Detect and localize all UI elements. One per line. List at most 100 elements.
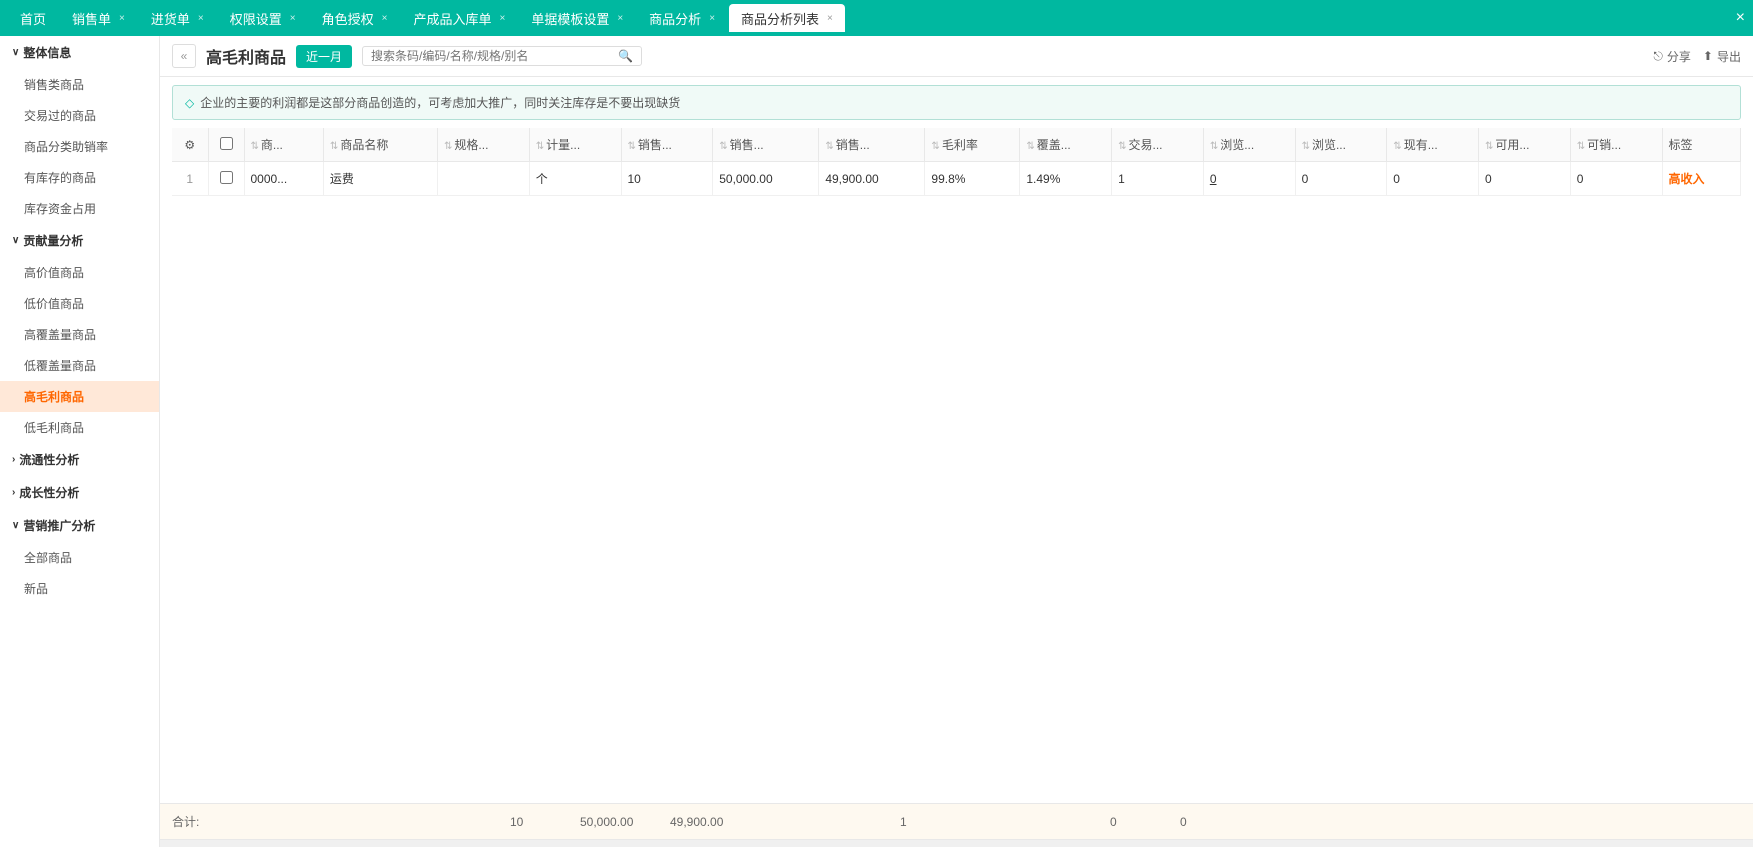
tab-close-icon[interactable]: × <box>617 13 623 24</box>
tab-close-icon[interactable]: × <box>382 13 388 24</box>
table-column-header[interactable]: ⇅规格... <box>438 128 530 162</box>
nav-tab[interactable]: 商品分析列表× <box>729 4 845 32</box>
footer-summary: 合计: 10 50,000.00 49,900.00 1 0 0 <box>160 803 1753 839</box>
sidebar-group-arrow-icon: › <box>12 454 15 465</box>
sidebar-item[interactable]: 销售类商品 <box>0 69 159 100</box>
table-column-header[interactable]: ⇅销售... <box>621 128 713 162</box>
table-column-header[interactable]: ⇅计量... <box>529 128 621 162</box>
sort-icon: ⇅ <box>536 141 544 152</box>
table-column-header[interactable]: ⇅毛利率 <box>925 128 1020 162</box>
sidebar-item[interactable]: 全部商品 <box>0 542 159 573</box>
row-browse-count2: 0 <box>1295 162 1387 196</box>
table-column-header[interactable]: ⇅商品名称 <box>323 128 437 162</box>
row-stock-avail: 0 <box>1479 162 1571 196</box>
sidebar-group-label: 整体信息 <box>23 44 71 61</box>
sidebar-item[interactable]: 高毛利商品 <box>0 381 159 412</box>
sidebar-item[interactable]: 有库存的商品 <box>0 162 159 193</box>
row-browse-count1[interactable]: 0 <box>1203 162 1295 196</box>
info-banner: ◇ 企业的主要的利润都是这部分商品创造的，可考虑加大推广，同时关注库存是不要出现… <box>172 85 1741 120</box>
table-column-header[interactable]: ⇅商... <box>244 128 323 162</box>
sidebar-group-header[interactable]: › 流通性分析 <box>0 443 159 476</box>
sidebar-group-arrow-icon: ∨ <box>12 235 19 246</box>
footer-trade-count: 1 <box>894 815 964 829</box>
sort-icon: ⇅ <box>931 141 939 152</box>
sidebar-item[interactable]: 商品分类助销率 <box>0 131 159 162</box>
table-column-header[interactable]: ⇅覆盖... <box>1020 128 1112 162</box>
table-column-header[interactable]: ⇅销售... <box>819 128 925 162</box>
sidebar-group-header[interactable]: ∨ 贡献量分析 <box>0 224 159 257</box>
sort-icon: ⇅ <box>628 141 636 152</box>
sidebar-item[interactable]: 低覆盖量商品 <box>0 350 159 381</box>
sidebar-group-header[interactable]: ∨营销推广分析 <box>0 509 159 542</box>
sort-icon: ⇅ <box>1118 141 1126 152</box>
nav-tab[interactable]: 首页 <box>8 4 58 32</box>
tab-close-icon[interactable]: × <box>290 13 296 24</box>
nav-tab[interactable]: 产成品入库单× <box>401 4 517 32</box>
table-column-header[interactable]: ⇅可用... <box>1479 128 1571 162</box>
footer-stock-current: 0 <box>1104 815 1174 829</box>
bottom-scrollbar[interactable] <box>160 839 1753 847</box>
nav-tab[interactable]: 销售单× <box>60 4 137 32</box>
sort-icon: ⇅ <box>1393 141 1401 152</box>
row-sales-qty: 10 <box>621 162 713 196</box>
content-header: « 高毛利商品 近一月 🔍 ⎋ 分享 ⬆ 导出 <box>160 36 1753 77</box>
tab-close-icon[interactable]: × <box>499 13 505 24</box>
table-column-header[interactable]: ⇅销售... <box>713 128 819 162</box>
sidebar-item[interactable]: 低价值商品 <box>0 288 159 319</box>
nav-tab[interactable]: 权限设置× <box>218 4 308 32</box>
sidebar-group-arrow-icon: ∨ <box>12 47 19 58</box>
tab-close-icon[interactable]: × <box>827 13 833 24</box>
sidebar-item[interactable]: 新品 <box>0 573 159 604</box>
table-row: 10000...运费个1050,000.0049,900.0099.8%1.49… <box>172 162 1741 196</box>
sidebar-collapse-button[interactable]: « <box>172 44 196 68</box>
sidebar-group-label: 贡献量分析 <box>23 232 83 249</box>
sidebar-group-header[interactable]: ›成长性分析 <box>0 476 159 509</box>
sidebar-item[interactable]: 低毛利商品 <box>0 412 159 443</box>
table-column-header[interactable]: ⇅可销... <box>1570 128 1662 162</box>
sidebar-item[interactable]: 交易过的商品 <box>0 100 159 131</box>
sort-icon: ⇅ <box>251 141 259 152</box>
sidebar-group-label: 流通性分析 <box>19 451 79 468</box>
nav-tab[interactable]: 进货单× <box>139 4 216 32</box>
nav-tab[interactable]: 角色授权× <box>310 4 400 32</box>
settings-icon[interactable]: ⚙ <box>184 138 195 152</box>
row-unit: 个 <box>529 162 621 196</box>
tab-close-icon[interactable]: × <box>119 13 125 24</box>
tab-close-icon[interactable]: × <box>709 13 715 24</box>
search-icon[interactable]: 🔍 <box>618 49 633 63</box>
table-column-header[interactable]: ⇅浏览... <box>1295 128 1387 162</box>
sort-icon: ⇅ <box>1577 141 1585 152</box>
table-column-header[interactable]: ⇅现有... <box>1387 128 1479 162</box>
table-column-header[interactable]: ⇅浏览... <box>1203 128 1295 162</box>
sidebar-item[interactable]: 库存资金占用 <box>0 193 159 224</box>
row-stock-sell: 0 <box>1570 162 1662 196</box>
sort-icon: ⇅ <box>1302 141 1310 152</box>
row-gross-rate: 99.8% <box>925 162 1020 196</box>
nav-tab[interactable]: 单据模板设置× <box>519 4 635 32</box>
close-all-button[interactable]: × <box>1736 9 1745 27</box>
row-checkbox[interactable] <box>208 162 244 196</box>
row-trade-count: 1 <box>1112 162 1204 196</box>
row-sales-amount: 50,000.00 <box>713 162 819 196</box>
info-icon: ◇ <box>185 96 194 110</box>
sidebar: ∨ 整体信息销售类商品交易过的商品商品分类助销率有库存的商品库存资金占用 ∨ 贡献量分… <box>0 36 160 847</box>
table-column-header[interactable]: ⇅交易... <box>1112 128 1204 162</box>
nav-tab[interactable]: 商品分析× <box>637 4 727 32</box>
footer-label: 合计: <box>172 813 232 830</box>
export-button[interactable]: ⬆ 导出 <box>1703 48 1741 65</box>
sort-icon: ⇅ <box>1485 141 1493 152</box>
share-button[interactable]: ⎋ 分享 <box>1653 48 1691 65</box>
sidebar-item[interactable]: 高覆盖量商品 <box>0 319 159 350</box>
sidebar-item[interactable]: 高价值商品 <box>0 257 159 288</box>
sidebar-group-label: 成长性分析 <box>19 484 79 501</box>
table-wrapper: ⚙⇅商...⇅商品名称⇅规格...⇅计量...⇅销售...⇅销售...⇅销售..… <box>160 128 1753 803</box>
row-index: 1 <box>172 162 208 196</box>
search-input[interactable] <box>371 49 614 63</box>
row-spec <box>438 162 530 196</box>
sort-icon: ⇅ <box>444 141 452 152</box>
time-filter-button[interactable]: 近一月 <box>296 45 352 68</box>
select-all-checkbox[interactable] <box>220 137 233 150</box>
sidebar-group-header[interactable]: ∨ 整体信息 <box>0 36 159 69</box>
tab-close-icon[interactable]: × <box>198 13 204 24</box>
row-code: 0000... <box>244 162 323 196</box>
